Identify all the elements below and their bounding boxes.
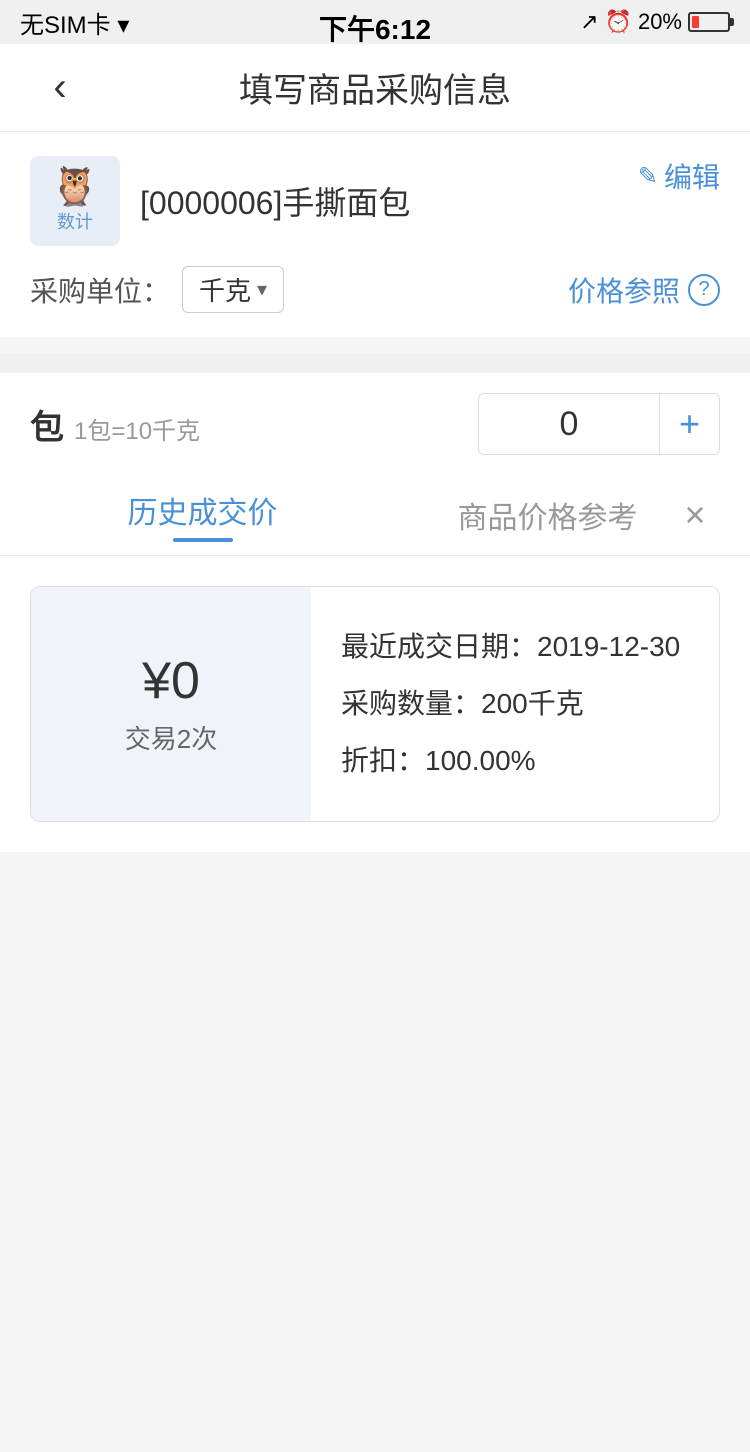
quantity-label: 包 1包=10千克: [30, 400, 200, 449]
product-header: 🦉 数计 [0000006]手撕面包 ✎ 编辑: [30, 156, 720, 246]
page-title: 填写商品采购信息: [239, 63, 511, 112]
back-button[interactable]: ‹: [30, 58, 90, 118]
section-divider: [0, 353, 750, 373]
location-icon: ↗: [580, 9, 598, 35]
edit-label: 编辑: [664, 156, 720, 196]
product-card: 🦉 数计 [0000006]手撕面包 ✎ 编辑 采购单位： 千克 ▾ 价格参照 …: [0, 132, 750, 337]
tab-history-price[interactable]: 历史成交价: [30, 475, 375, 555]
history-card-right: 最近成交日期：2019-12-30 采购数量：200千克 折扣：100.00%: [311, 587, 719, 821]
carrier-text: 无SIM卡 ▾: [20, 5, 129, 40]
nav-bar: ‹ 填写商品采购信息: [0, 44, 750, 132]
help-icon: ?: [688, 274, 720, 306]
product-logo-sub: 数计: [57, 208, 93, 234]
quantity-input[interactable]: [479, 394, 659, 454]
unit-selector: 采购单位： 千克 ▾: [30, 266, 284, 313]
main-background: [0, 852, 750, 1452]
unit-value: 千克: [199, 271, 251, 308]
history-price: ¥0: [142, 651, 200, 711]
discount-label: 折扣：: [341, 745, 425, 776]
history-purchase-qty: 采购数量：200千克: [341, 684, 689, 723]
tab-price-ref-label: 商品价格参考: [458, 493, 638, 537]
status-time: 下午6:12: [319, 8, 431, 48]
status-bar: 无SIM卡 ▾ 下午6:12 ↗ ⏰ 20%: [0, 0, 750, 44]
unit-dropdown[interactable]: 千克 ▾: [182, 266, 284, 313]
battery-icon: [688, 12, 730, 32]
history-discount: 折扣：100.00%: [341, 741, 689, 780]
product-footer: 采购单位： 千克 ▾ 价格参照 ?: [30, 266, 720, 313]
purchase-qty-label: 采购数量：: [341, 688, 481, 719]
edit-button[interactable]: ✎ 编辑: [638, 156, 720, 196]
battery-percent: 20%: [638, 9, 682, 35]
tabs-row: 历史成交价 商品价格参考 ×: [0, 475, 750, 556]
tab-history-label: 历史成交价: [128, 488, 278, 532]
quantity-control: +: [478, 393, 720, 455]
product-full-name: [0000006]手撕面包: [140, 178, 410, 224]
product-image: 🦉 数计: [30, 156, 120, 246]
recent-date-value: 2019-12-30: [537, 631, 680, 662]
tab-close-button[interactable]: ×: [670, 490, 720, 540]
product-info: 🦉 数计 [0000006]手撕面包: [30, 156, 410, 246]
price-ref-label: 价格参照: [568, 270, 680, 310]
history-card: ¥0 交易2次 最近成交日期：2019-12-30 采购数量：200千克 折扣：…: [30, 586, 720, 822]
dropdown-arrow-icon: ▾: [257, 277, 267, 302]
history-recent-date: 最近成交日期：2019-12-30: [341, 627, 689, 666]
quantity-unit: 包: [30, 400, 64, 449]
quantity-row: 包 1包=10千克 +: [0, 373, 750, 475]
alarm-icon: ⏰: [605, 9, 632, 35]
history-content: ¥0 交易2次 最近成交日期：2019-12-30 采购数量：200千克 折扣：…: [0, 556, 750, 852]
recent-date-label: 最近成交日期：: [341, 631, 537, 662]
price-reference-button[interactable]: 价格参照 ?: [568, 270, 720, 310]
panel-section: 历史成交价 商品价格参考 × ¥0 交易2次 最近成交日期：2019-12-30…: [0, 475, 750, 852]
tab-product-price-ref[interactable]: 商品价格参考: [375, 475, 720, 555]
quantity-plus-button[interactable]: +: [659, 394, 719, 454]
history-trade-count: 交易2次: [125, 719, 217, 756]
quantity-conversion: 1包=10千克: [74, 411, 200, 446]
product-logo-icon: 🦉: [51, 168, 98, 206]
tab-active-indicator: [173, 538, 233, 542]
status-left: 无SIM卡 ▾: [20, 5, 129, 40]
history-card-left: ¥0 交易2次: [31, 587, 311, 821]
purchase-qty-value: 200千克: [481, 688, 584, 719]
edit-icon: ✎: [638, 162, 658, 191]
unit-label: 采购单位：: [30, 270, 170, 310]
status-right: ↗ ⏰ 20%: [580, 9, 730, 35]
discount-value: 100.00%: [425, 745, 536, 776]
